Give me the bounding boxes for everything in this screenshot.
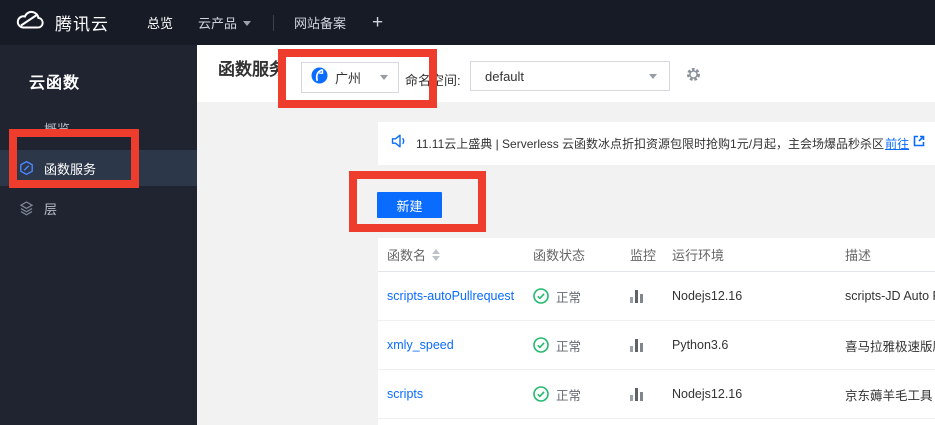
cloud-logo-icon [14, 8, 46, 37]
sidebar-item-layers[interactable]: 层 [0, 190, 197, 226]
col-monitor: 监控 [630, 248, 657, 263]
status-badge: 正常 [533, 385, 630, 404]
namespace-value: default [485, 68, 525, 84]
status-badge: 正常 [533, 336, 630, 355]
col-runtime: 运行环境 [672, 248, 725, 263]
check-circle-icon [533, 386, 549, 402]
sort-icon[interactable] [432, 248, 441, 261]
sidebar-item-label: 概览 [44, 121, 71, 137]
runtime-value: Nodejs12.16 [672, 289, 743, 303]
create-button[interactable]: 新建 [377, 192, 442, 218]
status-badge: 正常 [533, 287, 630, 306]
speaker-icon [391, 133, 407, 154]
table-row: xmly_speed 正常 Python3.6 喜马拉雅极速版刷 [378, 321, 935, 370]
description-value: scripts-JD Auto P [845, 289, 935, 303]
banner-text: 11.11云上盛典 | Serverless 云函数冰点折扣资源包限时抢购1元/… [416, 137, 885, 151]
tencent-cloud-logo[interactable]: 腾讯云 [14, 8, 109, 37]
nav-divider [273, 14, 275, 31]
sidebar-item-function-service[interactable]: 函数服务 [0, 150, 197, 186]
function-name-link[interactable]: scripts [387, 387, 423, 401]
namespace-select[interactable]: default [470, 61, 670, 91]
sidebar: 云函数 概览 函数服务 层 [0, 45, 197, 425]
nav-tab-icp[interactable]: 网站备案 [294, 13, 346, 32]
monitor-chart-icon[interactable] [630, 338, 672, 352]
table-row: scripts-autoPullrequest 正常 Nodejs12.16 s… [378, 272, 935, 321]
grid-icon [19, 121, 34, 136]
table-row: scripts 正常 Nodejs12.16 京东薅羊毛工具 [378, 370, 935, 419]
sidebar-title: 云函数 [29, 75, 81, 92]
chevron-down-icon [380, 75, 388, 80]
col-status: 函数状态 [533, 248, 586, 263]
monitor-chart-icon[interactable] [630, 289, 672, 303]
nav-item-products[interactable]: 云产品 [198, 13, 252, 32]
sidebar-item-label: 层 [44, 201, 58, 217]
runtime-value: Python3.6 [672, 338, 729, 352]
function-name-link[interactable]: scripts-autoPullrequest [387, 289, 514, 303]
description-value: 京东薅羊毛工具 [845, 388, 933, 403]
chevron-down-icon [243, 21, 252, 26]
nav-item-overview[interactable]: 总览 [147, 13, 173, 32]
globe-icon [311, 67, 328, 89]
banner-go-link[interactable]: 前往 [885, 135, 909, 152]
col-function-name: 函数名 [387, 248, 427, 263]
function-table: 函数名 函数状态 监控 运行环境 描述 scripts-autoPullrequ… [378, 238, 935, 425]
announcement-banner: 11.11云上盛典 | Serverless 云函数冰点折扣资源包限时抢购1元/… [378, 122, 935, 165]
region-selector[interactable]: 广州 [301, 62, 399, 93]
brand-name: 腾讯云 [55, 15, 109, 34]
page-title: 函数服务 [218, 60, 286, 79]
sidebar-item-overview[interactable]: 概览 [0, 110, 197, 146]
function-name-link[interactable]: xmly_speed [387, 338, 454, 352]
namespace-label: 命名空间: [405, 73, 461, 88]
region-label: 广州 [335, 71, 362, 86]
col-description: 描述 [845, 248, 872, 263]
description-value: 喜马拉雅极速版刷 [845, 339, 935, 354]
page-header: 函数服务 广州 命名空间: default [197, 45, 935, 102]
monitor-chart-icon[interactable] [630, 387, 672, 401]
layers-icon [19, 200, 34, 216]
scf-hexagon-icon [19, 160, 34, 176]
sidebar-menu: 概览 函数服务 层 [0, 110, 197, 226]
check-circle-icon [533, 337, 549, 353]
nav-products-label: 云产品 [198, 16, 238, 31]
external-link-icon[interactable] [912, 134, 926, 153]
chevron-down-icon [649, 73, 657, 79]
top-nav: 腾讯云 总览 云产品 网站备案 + [0, 0, 935, 45]
gear-icon[interactable] [685, 66, 702, 88]
runtime-value: Nodejs12.16 [672, 387, 743, 401]
sidebar-item-label: 函数服务 [44, 161, 97, 177]
add-tab-button[interactable]: + [372, 12, 383, 34]
table-header-row: 函数名 函数状态 监控 运行环境 描述 [378, 238, 935, 272]
check-circle-icon [533, 288, 549, 304]
